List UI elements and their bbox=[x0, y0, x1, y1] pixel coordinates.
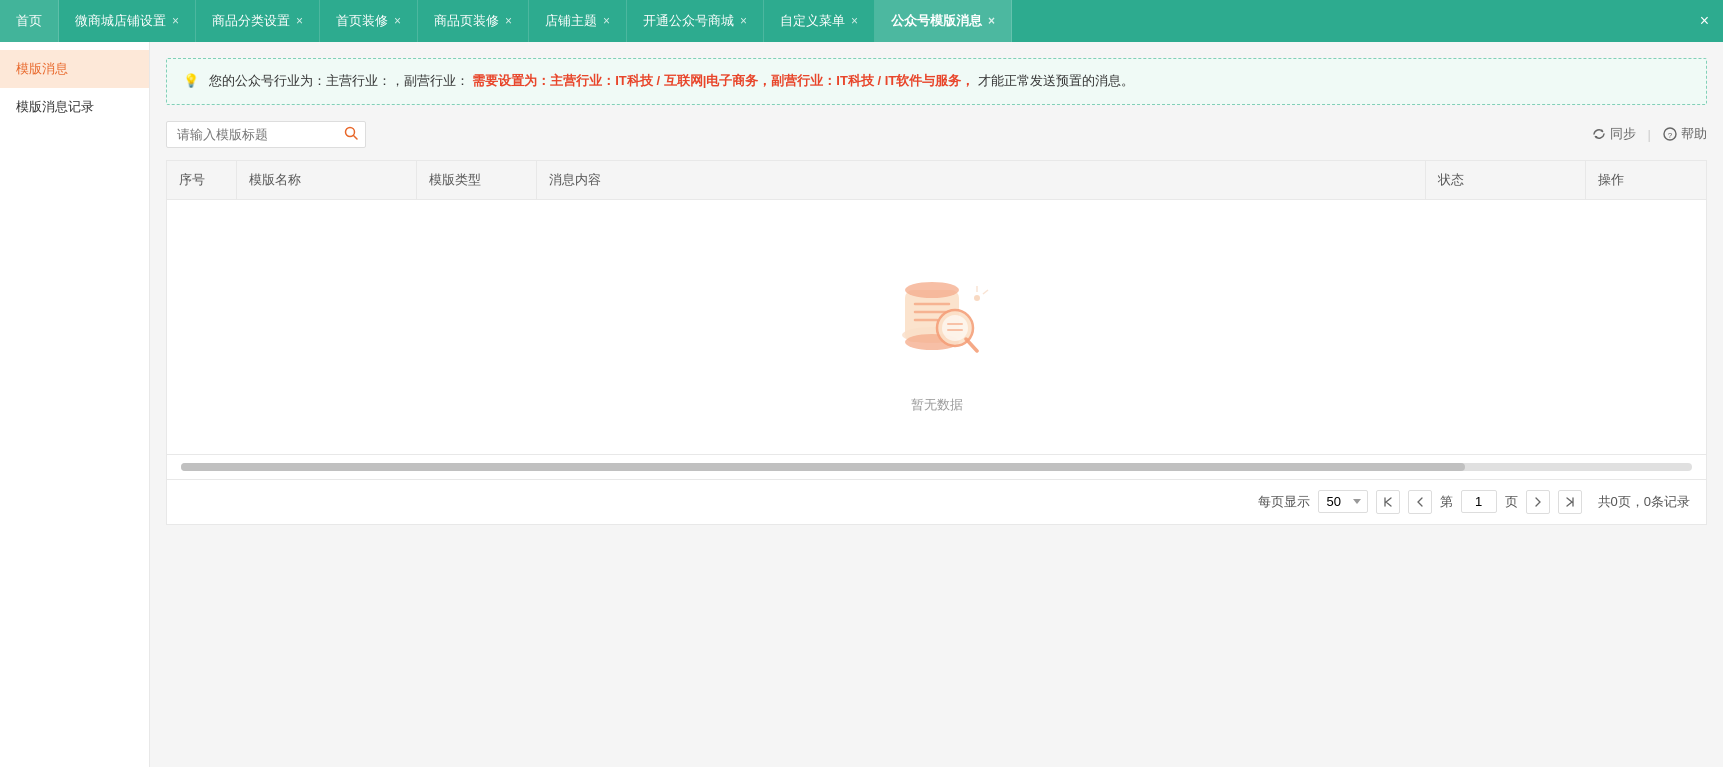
search-bar-left bbox=[166, 121, 366, 148]
nav-item-3[interactable]: 首页装修 × bbox=[320, 0, 418, 42]
scrollbar-thumb bbox=[181, 463, 1465, 471]
help-button[interactable]: ? 帮助 bbox=[1663, 125, 1707, 143]
search-button[interactable] bbox=[344, 126, 358, 143]
page-label: 页 bbox=[1505, 493, 1518, 511]
table-header: 序号 模版名称 模版类型 消息内容 状态 操作 bbox=[167, 161, 1706, 200]
scrollbar-track bbox=[181, 463, 1692, 471]
nav-item-2[interactable]: 商品分类设置 × bbox=[196, 0, 320, 42]
svg-point-16 bbox=[974, 295, 980, 301]
search-input[interactable] bbox=[166, 121, 366, 148]
close-icon-2[interactable]: × bbox=[296, 14, 303, 28]
close-all-button[interactable]: × bbox=[1686, 0, 1723, 42]
search-input-wrap bbox=[166, 121, 366, 148]
col-header-action: 操作 bbox=[1586, 161, 1706, 199]
search-bar: 同步 | ? 帮助 bbox=[166, 121, 1707, 148]
divider: | bbox=[1648, 127, 1651, 142]
search-bar-right: 同步 | ? 帮助 bbox=[1592, 125, 1707, 143]
main-content: 💡 您的公众号行业为：主营行业：，副营行业： 需要设置为：主营行业：IT科技 /… bbox=[150, 42, 1723, 767]
help-icon: ? bbox=[1663, 127, 1677, 141]
empty-text: 暂无数据 bbox=[911, 396, 963, 414]
close-icon-8[interactable]: × bbox=[988, 14, 995, 28]
last-page-button[interactable] bbox=[1558, 490, 1582, 514]
page-input[interactable] bbox=[1461, 490, 1497, 513]
col-header-index: 序号 bbox=[167, 161, 237, 199]
nav-item-7[interactable]: 自定义菜单 × bbox=[764, 0, 875, 42]
horizontal-scrollbar[interactable] bbox=[167, 454, 1706, 479]
col-header-type: 模版类型 bbox=[417, 161, 537, 199]
sidebar: 模版消息 模版消息记录 bbox=[0, 42, 150, 767]
close-icon-1[interactable]: × bbox=[172, 14, 179, 28]
pagination: 每页显示 50 10 20 100 第 页 bbox=[167, 479, 1706, 524]
close-icon-6[interactable]: × bbox=[740, 14, 747, 28]
svg-line-1 bbox=[354, 135, 358, 139]
svg-line-13 bbox=[966, 339, 977, 351]
close-icon-7[interactable]: × bbox=[851, 14, 858, 28]
nav-item-4[interactable]: 商品页装修 × bbox=[418, 0, 529, 42]
top-nav: 首页 微商城店铺设置 × 商品分类设置 × 首页装修 × 商品页装修 × 店铺主… bbox=[0, 0, 1723, 42]
svg-point-6 bbox=[905, 282, 959, 298]
close-icon-5[interactable]: × bbox=[603, 14, 610, 28]
col-header-name: 模版名称 bbox=[237, 161, 417, 199]
sync-button[interactable]: 同步 bbox=[1592, 125, 1636, 143]
first-page-button[interactable] bbox=[1376, 490, 1400, 514]
notice-bulb-icon: 💡 bbox=[183, 73, 199, 88]
page-size-select[interactable]: 50 10 20 100 bbox=[1318, 490, 1368, 513]
sidebar-item-template-message[interactable]: 模版消息 bbox=[0, 50, 149, 88]
nav-item-5[interactable]: 店铺主题 × bbox=[529, 0, 627, 42]
svg-text:?: ? bbox=[1668, 131, 1673, 140]
notice-box: 💡 您的公众号行业为：主营行业：，副营行业： 需要设置为：主营行业：IT科技 /… bbox=[166, 58, 1707, 105]
sync-icon bbox=[1592, 127, 1606, 141]
page-size-label: 每页显示 bbox=[1258, 493, 1310, 511]
sidebar-item-template-message-record[interactable]: 模版消息记录 bbox=[0, 88, 149, 126]
empty-state: 暂无数据 bbox=[167, 200, 1706, 454]
nav-item-8[interactable]: 公众号模版消息 × bbox=[875, 0, 1012, 42]
prev-page-button[interactable] bbox=[1408, 490, 1432, 514]
layout: 模版消息 模版消息记录 💡 您的公众号行业为：主营行业：，副营行业： 需要设置为… bbox=[0, 42, 1723, 767]
col-header-content: 消息内容 bbox=[537, 161, 1426, 199]
svg-line-18 bbox=[983, 290, 988, 294]
col-header-status: 状态 bbox=[1426, 161, 1586, 199]
di-label: 第 bbox=[1440, 493, 1453, 511]
total-info: 共0页，0条记录 bbox=[1598, 493, 1690, 511]
close-icon-3[interactable]: × bbox=[394, 14, 401, 28]
close-icon-4[interactable]: × bbox=[505, 14, 512, 28]
data-table: 序号 模版名称 模版类型 消息内容 状态 操作 bbox=[166, 160, 1707, 525]
nav-item-home[interactable]: 首页 bbox=[0, 0, 59, 42]
svg-point-12 bbox=[942, 315, 968, 341]
empty-illustration bbox=[877, 260, 997, 380]
next-page-button[interactable] bbox=[1526, 490, 1550, 514]
nav-item-6[interactable]: 开通公众号商城 × bbox=[627, 0, 764, 42]
nav-item-1[interactable]: 微商城店铺设置 × bbox=[59, 0, 196, 42]
